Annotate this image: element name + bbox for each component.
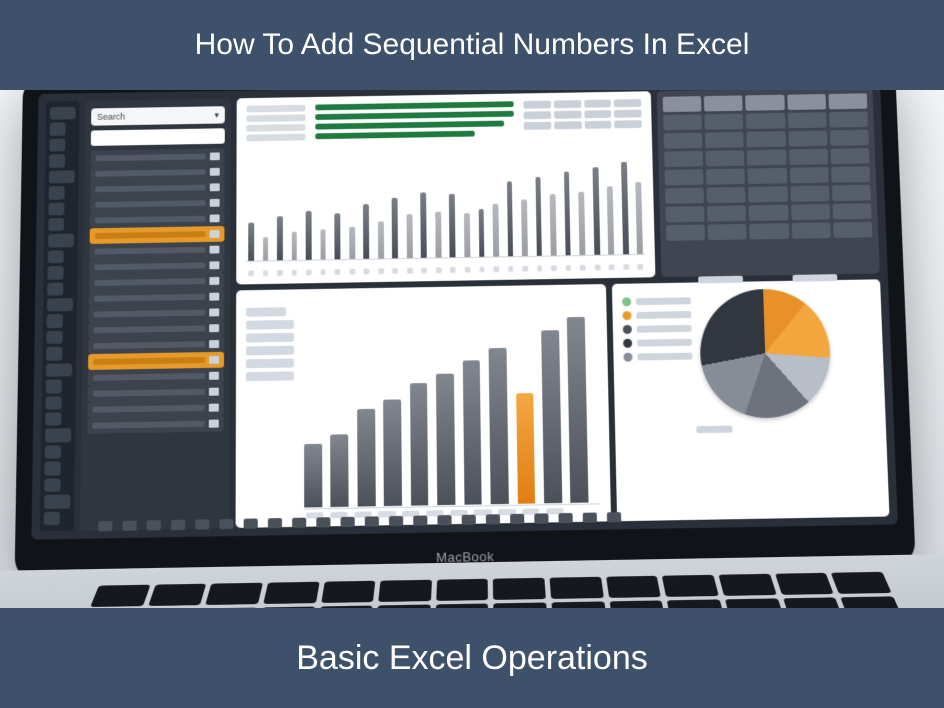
mini-value-grid	[523, 99, 641, 130]
progress-bars	[315, 101, 514, 139]
toolbar-icon[interactable]	[147, 520, 161, 530]
dashboard	[236, 90, 890, 528]
sidebar: Search ▾	[80, 98, 231, 530]
toolbar-icon[interactable]	[122, 521, 136, 531]
top-chart-axis	[246, 261, 645, 277]
toolbar-icon[interactable]	[486, 514, 500, 524]
page-title: How To Add Sequential Numbers In Excel	[195, 28, 750, 62]
toolbar-icon[interactable]	[558, 513, 572, 523]
toolbar-icon[interactable]	[462, 515, 476, 525]
legend-item	[623, 338, 692, 348]
toolbar-icon[interactable]	[413, 515, 427, 525]
toolbar-icon[interactable]	[341, 517, 355, 527]
footer-band: Basic Excel Operations	[0, 608, 944, 708]
legend-item	[622, 296, 691, 306]
lower-bar-chart	[304, 292, 601, 510]
legend-item	[623, 351, 692, 361]
toolbar-icon[interactable]	[98, 521, 112, 531]
toolbar-icon[interactable]	[171, 520, 185, 530]
search-field[interactable]: Search ▾	[91, 106, 225, 126]
toolbar-icon[interactable]	[534, 513, 548, 523]
toolbar-icon[interactable]	[316, 517, 330, 527]
mini-label-stack	[246, 105, 305, 142]
app-screen: Search ▾	[31, 90, 898, 540]
pie-chart	[699, 288, 833, 419]
header-band: How To Add Sequential Numbers In Excel	[0, 0, 944, 90]
toolbar-icon[interactable]	[292, 518, 306, 528]
legend-item	[623, 324, 692, 334]
data-table	[657, 90, 880, 277]
legend-item	[622, 310, 691, 320]
top-bar-chart-panel	[236, 91, 655, 284]
pie-chart-panel	[612, 279, 890, 521]
laptop-bezel: Search ▾	[15, 90, 916, 581]
keyboard	[56, 572, 928, 608]
pie-legend	[622, 290, 692, 361]
toolbar-icon[interactable]	[244, 518, 258, 528]
row-ruler	[40, 101, 80, 531]
chevron-down-icon: ▾	[214, 110, 218, 121]
toolbar-icon[interactable]	[365, 516, 379, 526]
toolbar-icon[interactable]	[389, 516, 403, 526]
toolbar-icon[interactable]	[510, 514, 524, 524]
hero-stage: Search ▾	[0, 90, 944, 608]
toolbar-icon[interactable]	[583, 513, 597, 523]
toolbar-icon[interactable]	[437, 515, 451, 525]
toolbar-icon[interactable]	[195, 519, 209, 529]
side-value-labels	[246, 297, 294, 520]
sidebar-item[interactable]	[87, 415, 224, 433]
toolbar-icon[interactable]	[219, 519, 233, 529]
lower-bar-chart-panel	[236, 284, 612, 528]
toolbar-icon[interactable]	[268, 518, 282, 528]
toolbar-icon[interactable]	[607, 512, 621, 522]
laptop-mockup: Search ▾	[12, 90, 944, 608]
footer-title: Basic Excel Operations	[296, 639, 648, 678]
search-label: Search	[97, 112, 125, 122]
top-bar-chart	[246, 140, 645, 261]
sidebar-pill[interactable]	[91, 128, 225, 146]
